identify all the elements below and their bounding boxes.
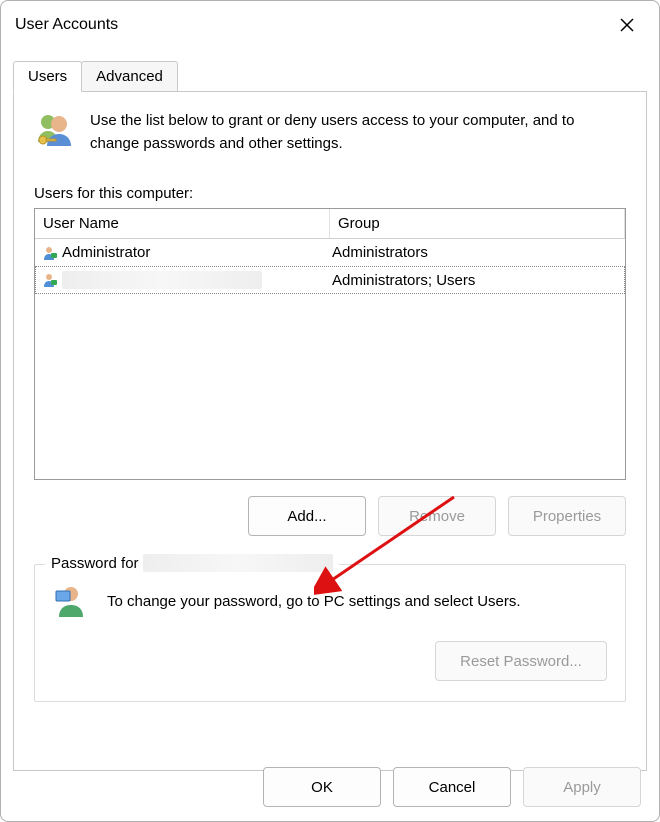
password-info-row: To change your password, go to PC settin… (53, 583, 607, 619)
tab-advanced[interactable]: Advanced (81, 61, 178, 92)
close-button[interactable] (609, 7, 645, 43)
tab-panel-users: Use the list below to grant or deny user… (13, 91, 647, 771)
users-list-label: Users for this computer: (34, 185, 626, 202)
password-button-row: Reset Password... (53, 641, 607, 681)
listview-body: Administrator Administrators Administrat… (35, 239, 625, 294)
cell-group: Administrators (326, 240, 624, 265)
column-group[interactable]: Group (330, 209, 625, 238)
tab-users[interactable]: Users (13, 61, 82, 92)
intro-row: Use the list below to grant or deny user… (34, 110, 626, 155)
password-legend-redacted (143, 554, 333, 572)
user-buttons-row: Add... Remove Properties (34, 496, 626, 536)
cell-username (36, 267, 326, 293)
dialog-footer: OK Cancel Apply (1, 753, 659, 821)
users-listview[interactable]: User Name Group Administrator Administra… (34, 208, 626, 480)
apply-button[interactable]: Apply (523, 767, 641, 807)
close-icon (619, 17, 635, 33)
password-groupbox: Password for To change your password, go… (34, 564, 626, 702)
intro-text: Use the list below to grant or deny user… (90, 110, 626, 155)
password-legend-prefix: Password for (51, 555, 139, 572)
ok-button[interactable]: OK (263, 767, 381, 807)
user-accounts-window: User Accounts Users Advanced Use the lis… (0, 0, 660, 822)
cancel-button[interactable]: Cancel (393, 767, 511, 807)
table-row[interactable]: Administrators; Users (35, 266, 625, 294)
reset-password-button[interactable]: Reset Password... (435, 641, 607, 681)
users-keys-icon (34, 110, 74, 150)
add-button[interactable]: Add... (248, 496, 366, 536)
password-legend: Password for (45, 554, 339, 572)
user-icon (42, 272, 58, 288)
remove-button[interactable]: Remove (378, 496, 496, 536)
listview-header[interactable]: User Name Group (35, 209, 625, 239)
cell-group: Administrators; Users (326, 268, 624, 293)
window-title: User Accounts (15, 16, 609, 34)
user-icon (42, 245, 58, 261)
titlebar: User Accounts (1, 1, 659, 50)
tab-strip: Users Advanced (1, 60, 659, 91)
table-row[interactable]: Administrator Administrators (35, 239, 625, 266)
column-username[interactable]: User Name (35, 209, 330, 238)
password-user-icon (53, 583, 89, 619)
cell-username: Administrator (36, 240, 326, 265)
properties-button[interactable]: Properties (508, 496, 626, 536)
password-info-text: To change your password, go to PC settin… (107, 593, 607, 610)
cell-username-redacted (62, 271, 262, 289)
cell-username-text: Administrator (62, 244, 150, 261)
